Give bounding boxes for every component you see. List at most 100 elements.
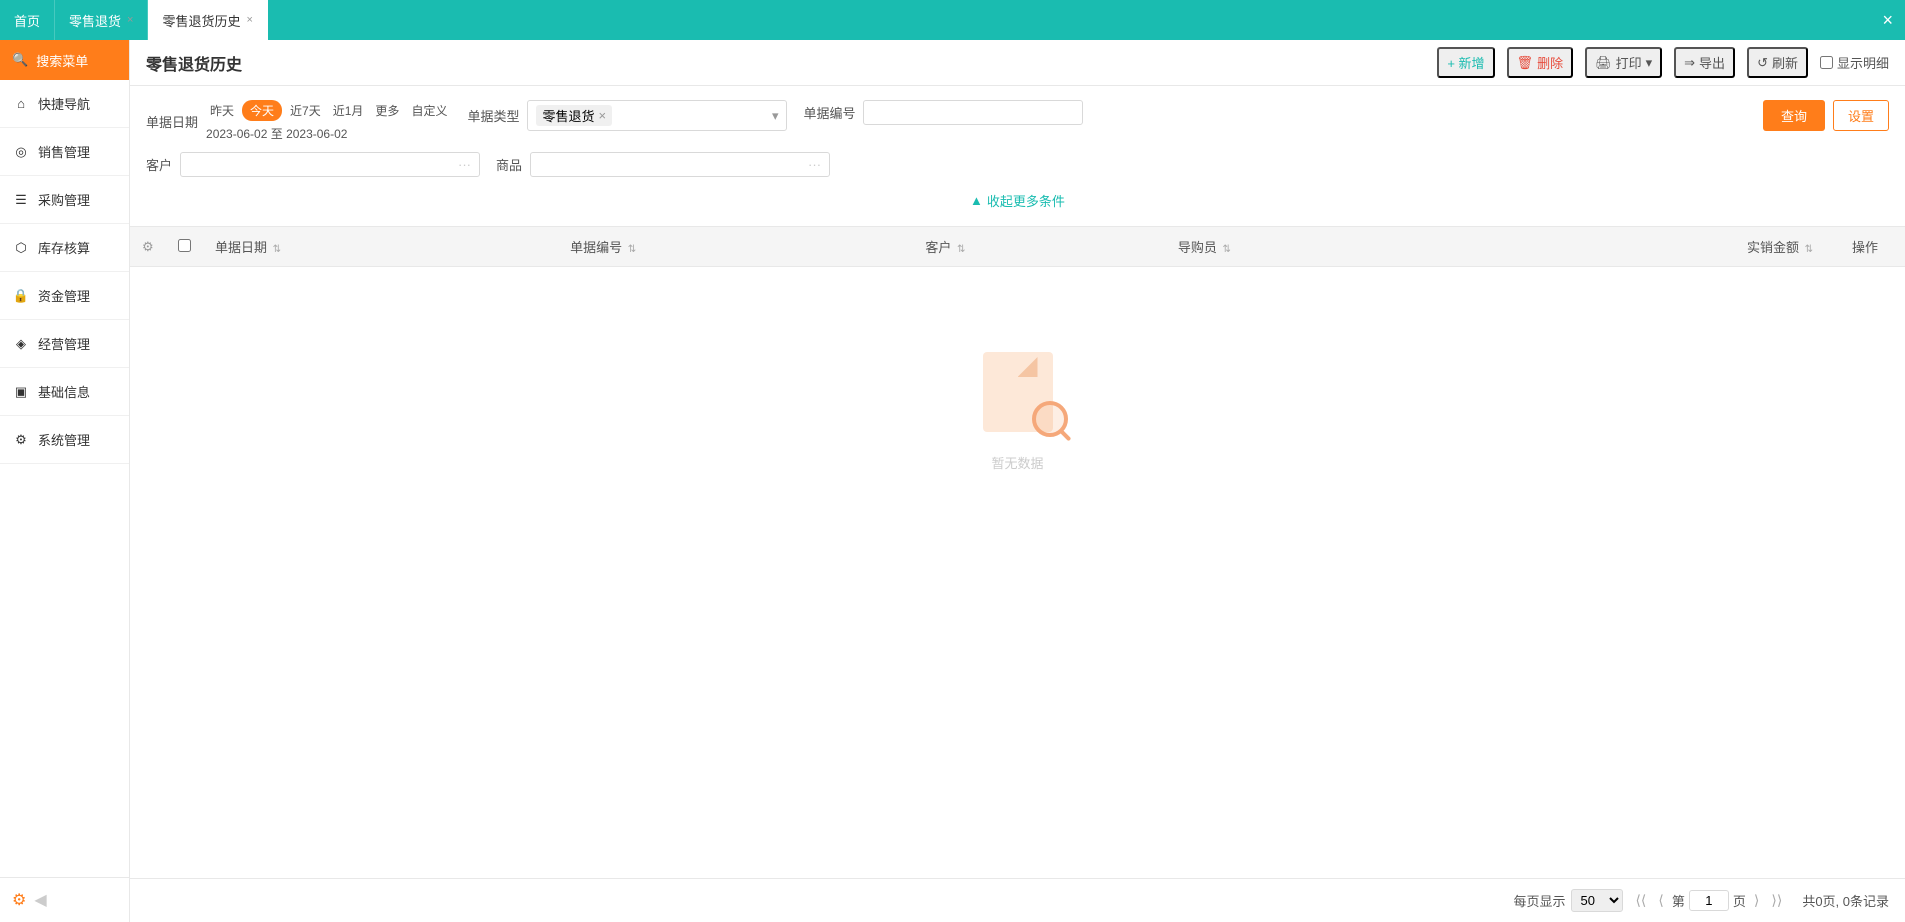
new-button[interactable]: + 新增 [1437,47,1494,78]
doc-type-select[interactable]: 零售退货 × ▾ [527,100,787,131]
basic-info-icon: ▣ [12,383,30,401]
select-all-checkbox[interactable] [178,239,191,252]
doc-no-label: 单据编号 [803,103,855,122]
tab-retail-return-history[interactable]: 零售退货历史 × [148,0,267,40]
customer-col-header: 客户 ⇅ [913,227,1166,267]
guide-col-header: 导购员 ⇅ [1166,227,1470,267]
sidebar: 🔍 搜索菜单 ⌂ 快捷导航 ◎ 销售管理 ☰ 采购管理 ⬡ 库存核算 🔒 资金管… [0,40,130,922]
filter-area: 单据日期 昨天 今天 近7天 近1月 更多 自定义 2023-06-02 至 2… [130,86,1905,227]
sidebar-item-label: 库存核算 [38,238,90,257]
tab-retail-return[interactable]: 零售退货 × [55,0,148,40]
refresh-icon: ↺ [1757,55,1768,71]
gear-icon[interactable]: ⚙ [12,890,26,910]
last-page-button[interactable]: ⟩⟩ [1767,890,1786,911]
page-title: 零售退货历史 [146,51,1437,75]
sidebar-item-purchase[interactable]: ☰ 采购管理 [0,176,129,224]
collapse-filter-button[interactable]: ▲ 收起更多条件 [958,187,1077,214]
guide-sort-icon[interactable]: ⇅ [1223,244,1231,255]
customer-label: 客户 [146,155,172,174]
date-tab-more[interactable]: 更多 [371,100,403,121]
date-tab-yesterday[interactable]: 昨天 [206,100,238,121]
export-button[interactable]: ⇒ 导出 [1674,47,1735,78]
sidebar-item-finance[interactable]: 🔒 资金管理 [0,272,129,320]
page-header: 零售退货历史 + 新增 🗑 删除 🖨 打印 ▾ ⇒ 导出 ↺ [130,40,1905,86]
goods-input-container[interactable]: ··· [530,152,830,177]
settings-col-header: ⚙ [130,227,166,267]
sidebar-item-sales[interactable]: ◎ 销售管理 [0,128,129,176]
doc-no-col-header: 单据编号 ⇅ [558,227,913,267]
goods-input[interactable] [539,157,808,172]
doc-no-filter-group: 单据编号 [803,100,1083,125]
sidebar-item-quick-nav[interactable]: ⌂ 快捷导航 [0,80,129,128]
print-icon: 🖨 [1595,55,1612,71]
doc-type-tag: 零售退货 × [536,105,612,126]
prev-page-button[interactable]: ⟨ [1654,890,1667,911]
show-detail-checkbox[interactable] [1820,56,1833,69]
print-button[interactable]: 🖨 打印 ▾ [1585,47,1662,78]
actions-col-header: 操作 [1825,227,1905,267]
sidebar-item-inventory[interactable]: ⬡ 库存核算 [0,224,129,272]
settings-button[interactable]: 设置 [1833,100,1889,131]
next-page-button[interactable]: ⟩ [1750,890,1763,911]
home-icon: ⌂ [12,95,30,113]
date-tabs: 昨天 今天 近7天 近1月 更多 自定义 [206,100,451,121]
show-detail-checkbox-label[interactable]: 显示明细 [1820,53,1889,72]
per-page-select[interactable]: 10 20 50 100 [1571,889,1623,912]
sidebar-search-label: 搜索菜单 [36,51,88,70]
tab-retail-return-history-close[interactable]: × [246,14,252,26]
date-tab-7days[interactable]: 近7天 [286,100,325,121]
export-icon: ⇒ [1684,55,1695,71]
sidebar-item-label: 销售管理 [38,142,90,161]
date-tab-custom[interactable]: 自定义 [407,100,451,121]
date-tab-1month[interactable]: 近1月 [329,100,368,121]
tab-home[interactable]: 首页 [0,0,55,40]
customer-picker-icon[interactable]: ··· [458,157,471,172]
first-page-button[interactable]: ⟨⟨ [1631,890,1650,911]
pagination-bar: 每页显示 10 20 50 100 ⟨⟨ ⟨ 第 页 ⟩ ⟩⟩ 共0 [130,878,1905,922]
doc-no-sort-icon[interactable]: ⇅ [628,244,636,255]
volume-icon[interactable]: ◀ [34,890,46,910]
amount-sort-icon[interactable]: ⇅ [1805,244,1813,255]
amount-col-header: 实销金额 ⇅ [1470,227,1825,267]
page-unit: 页 [1733,891,1746,910]
customer-input[interactable] [189,157,458,172]
header-actions: + 新增 🗑 删除 🖨 打印 ▾ ⇒ 导出 ↺ 刷新 [1437,47,1889,78]
tab-retail-return-close[interactable]: × [127,14,133,26]
empty-text: 暂无数据 [991,453,1043,472]
per-page-label: 每页显示 [1513,891,1565,910]
sidebar-item-label: 系统管理 [38,430,90,449]
finance-icon: 🔒 [12,287,30,305]
goods-picker-icon[interactable]: ··· [808,157,821,172]
customer-input-container[interactable]: ··· [180,152,480,177]
page-number-input[interactable] [1689,890,1729,911]
sidebar-search[interactable]: 🔍 搜索菜单 [0,40,129,80]
page-label: 第 [1672,891,1685,910]
sidebar-item-system[interactable]: ⚙ 系统管理 [0,416,129,464]
print-dropdown-icon: ▾ [1646,55,1653,71]
sidebar-item-operations[interactable]: ◈ 经营管理 [0,320,129,368]
doc-date-sort-icon[interactable]: ⇅ [273,244,281,255]
empty-paper-fold [1018,357,1038,377]
customer-sort-icon[interactable]: ⇅ [957,244,965,255]
pager: ⟨⟨ ⟨ 第 页 ⟩ ⟩⟩ [1631,890,1786,911]
date-filter-label: 单据日期 [146,112,198,131]
refresh-button[interactable]: ↺ 刷新 [1747,47,1808,78]
empty-icon [968,347,1068,437]
doc-type-tag-remove[interactable]: × [598,108,606,123]
doc-no-input[interactable] [863,100,1083,125]
total-info: 共0页, 0条记录 [1802,891,1889,910]
sidebar-item-basic-info[interactable]: ▣ 基础信息 [0,368,129,416]
date-tab-today[interactable]: 今天 [242,100,282,121]
customer-filter-group: 客户 ··· [146,152,480,177]
system-icon: ⚙ [12,431,30,449]
page-input-group: 第 页 [1672,890,1746,911]
sidebar-item-label: 资金管理 [38,286,90,305]
search-icon: 🔍 [12,52,28,68]
query-button[interactable]: 查询 [1763,100,1825,131]
delete-button[interactable]: 🗑 删除 [1507,47,1574,78]
content-area: 零售退货历史 + 新增 🗑 删除 🖨 打印 ▾ ⇒ 导出 ↺ [130,40,1905,922]
table-settings-icon[interactable]: ⚙ [142,239,154,254]
checkbox-col-header [166,227,203,267]
window-close-button[interactable]: × [1882,10,1893,31]
table-header-row: ⚙ 单据日期 ⇅ 单据编号 ⇅ [130,227,1905,267]
